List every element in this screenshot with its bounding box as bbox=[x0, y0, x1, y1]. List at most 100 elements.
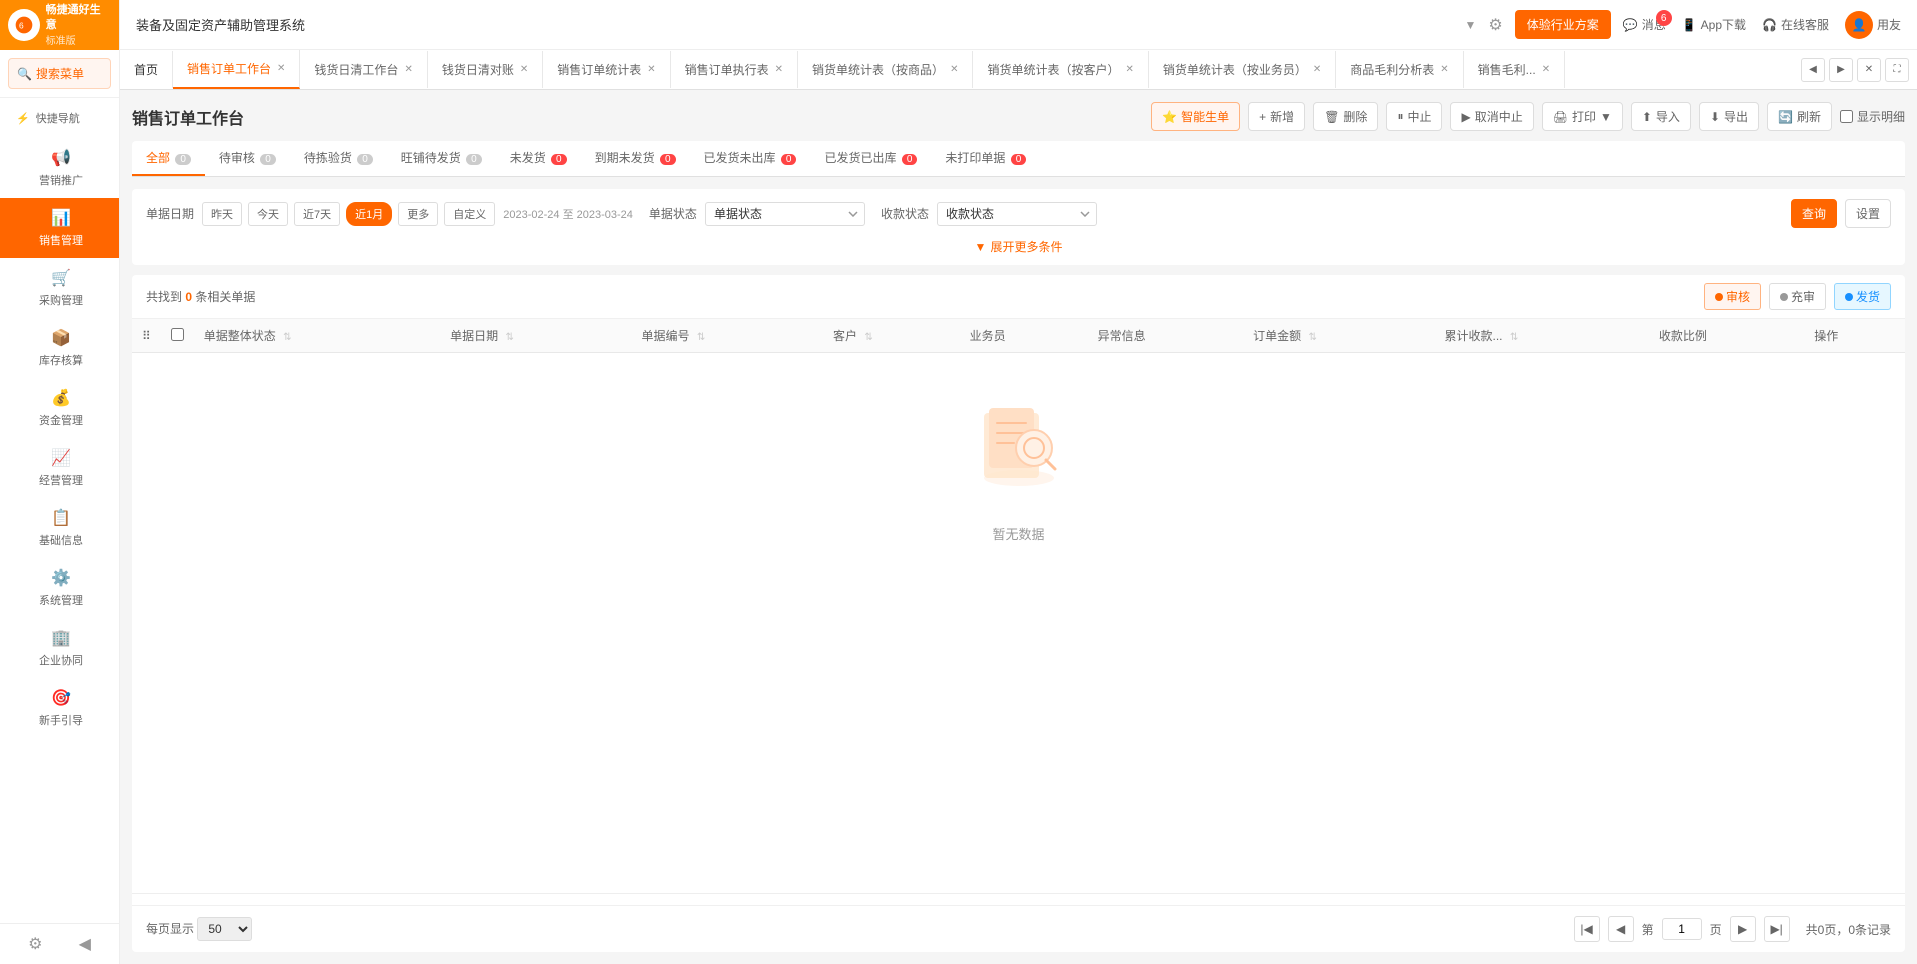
tab-sales-exec[interactable]: 销售订单执行表 ✕ bbox=[671, 51, 798, 88]
print-icon: 🖨 bbox=[1553, 110, 1568, 124]
app-download-label: App下载 bbox=[1701, 16, 1746, 33]
sidebar-item-guide-label: 新手引导 bbox=[39, 712, 83, 728]
next-page-button[interactable]: ▶ bbox=[1730, 916, 1756, 942]
tab-sales-exec-close[interactable]: ✕ bbox=[775, 64, 783, 75]
sidebar-item-sales[interactable]: 📊 销售管理 bbox=[0, 198, 119, 258]
inner-tab-wangpu[interactable]: 旺铺待发货 0 bbox=[387, 141, 496, 176]
sidebar-settings-button[interactable]: ⚙ bbox=[28, 934, 42, 954]
online-support-button[interactable]: 🎧 在线客服 bbox=[1762, 16, 1829, 33]
tab-sales-stats-staff[interactable]: 销货单统计表（按业务员） ✕ bbox=[1149, 51, 1336, 88]
delete-button[interactable]: 🗑 删除 bbox=[1313, 102, 1378, 131]
sidebar-item-guide[interactable]: 🎯 新手引导 bbox=[0, 678, 119, 738]
inner-tabs: 全部 0 待审核 0 待拣验货 0 旺铺待发货 0 未发货 0 到期未发货 0 bbox=[132, 141, 1905, 177]
tab-sales-more-close[interactable]: ✕ bbox=[1542, 64, 1550, 75]
sidebar-item-enterprise[interactable]: 🏢 企业协同 bbox=[0, 618, 119, 678]
sidebar-item-business[interactable]: 📈 经营管理 bbox=[0, 438, 119, 498]
topbar-settings-icon[interactable]: ⚙ bbox=[1488, 15, 1502, 35]
suspend-button[interactable]: ⏸ 中止 bbox=[1386, 102, 1442, 131]
tab-home[interactable]: 首页 bbox=[120, 51, 173, 88]
sidebar-item-purchase[interactable]: 🛒 采购管理 bbox=[0, 258, 119, 318]
query-button[interactable]: 查询 bbox=[1791, 199, 1837, 228]
sidebar-item-finance[interactable]: 💰 资金管理 bbox=[0, 378, 119, 438]
tab-sales-stats-close[interactable]: ✕ bbox=[647, 64, 655, 75]
filter-settings-button[interactable]: 设置 bbox=[1845, 199, 1891, 228]
inner-tab-not-printed[interactable]: 未打印单据 0 bbox=[931, 141, 1040, 176]
th-date-sort[interactable]: ⇅ bbox=[505, 332, 513, 343]
tab-cash-daily[interactable]: 钱货日清工作台 ✕ bbox=[300, 51, 427, 88]
tab-product-margin-close[interactable]: ✕ bbox=[1440, 64, 1448, 75]
sidebar-collapse-button[interactable]: ◀ bbox=[79, 934, 91, 954]
tab-fullscreen-button[interactable]: ⛶ bbox=[1885, 58, 1909, 82]
cancel-review-button[interactable]: 充审 bbox=[1769, 283, 1826, 310]
inner-tab-shipped-out[interactable]: 已发货已出库 0 bbox=[810, 141, 931, 176]
refresh-button[interactable]: 🔄 刷新 bbox=[1767, 102, 1832, 131]
system-dropdown-icon[interactable]: ▼ bbox=[1464, 18, 1476, 32]
user-menu-button[interactable]: 👤 用友 bbox=[1845, 11, 1901, 39]
print-button[interactable]: 🖨 打印 ▼ bbox=[1542, 102, 1623, 131]
ship-button[interactable]: 发货 bbox=[1834, 283, 1891, 310]
message-button[interactable]: 💬 消息 6 bbox=[1623, 16, 1666, 33]
tab-sales-stats-product[interactable]: 销货单统计表（按商品） ✕ bbox=[798, 51, 973, 88]
inner-tab-pending-inspect[interactable]: 待拣验货 0 bbox=[290, 141, 387, 176]
sidebar-item-basic[interactable]: 📋 基础信息 bbox=[0, 498, 119, 558]
tab-sales-more[interactable]: 销售毛利... ✕ bbox=[1464, 51, 1565, 88]
tab-sales-workbench-close[interactable]: ✕ bbox=[277, 63, 285, 74]
filter-date-yesterday[interactable]: 昨天 bbox=[202, 202, 242, 226]
add-button[interactable]: + 新增 bbox=[1248, 102, 1305, 131]
smart-create-button[interactable]: ⭐ 智能生单 bbox=[1151, 102, 1240, 131]
tab-stats-staff-close[interactable]: ✕ bbox=[1313, 64, 1321, 75]
select-all-checkbox[interactable] bbox=[171, 328, 184, 341]
app-download-button[interactable]: 📱 App下载 bbox=[1682, 16, 1746, 33]
inner-tab-not-shipped[interactable]: 未发货 0 bbox=[496, 141, 581, 176]
show-detail-toggle[interactable]: 显示明细 bbox=[1840, 108, 1905, 125]
quick-nav-item[interactable]: ⚡ 快捷导航 bbox=[8, 104, 111, 132]
tab-cash-reconcile-close[interactable]: ✕ bbox=[520, 64, 528, 75]
expand-filter-button[interactable]: ▼ 展开更多条件 bbox=[975, 238, 1063, 255]
tab-prev-button[interactable]: ◀ bbox=[1801, 58, 1825, 82]
filter-date-1month[interactable]: 近1月 bbox=[346, 202, 392, 226]
filter-date-today[interactable]: 今天 bbox=[248, 202, 288, 226]
industry-solution-button[interactable]: 体验行业方案 bbox=[1515, 10, 1611, 39]
import-button[interactable]: ⬆ 导入 bbox=[1631, 102, 1691, 131]
tab-stats-product-close[interactable]: ✕ bbox=[950, 64, 958, 75]
tab-next-button[interactable]: ▶ bbox=[1829, 58, 1853, 82]
th-customer-sort[interactable]: ⇅ bbox=[864, 332, 872, 343]
tab-stats-customer-close[interactable]: ✕ bbox=[1125, 64, 1133, 75]
inner-tab-overdue-not-shipped[interactable]: 到期未发货 0 bbox=[581, 141, 690, 176]
inner-tab-all[interactable]: 全部 0 bbox=[132, 141, 205, 176]
tab-close-all-button[interactable]: ✕ bbox=[1857, 58, 1881, 82]
first-page-button[interactable]: |◀ bbox=[1574, 916, 1600, 942]
th-checkbox[interactable] bbox=[161, 319, 194, 353]
tab-product-margin[interactable]: 商品毛利分析表 ✕ bbox=[1336, 51, 1463, 88]
review-button[interactable]: 审核 bbox=[1704, 283, 1761, 310]
filter-payment-select[interactable]: 收款状态 bbox=[937, 202, 1097, 226]
tab-cash-daily-close[interactable]: ✕ bbox=[404, 64, 412, 75]
last-page-button[interactable]: ▶| bbox=[1764, 916, 1790, 942]
inner-tab-shipped-not-out[interactable]: 已发货未出库 0 bbox=[690, 141, 811, 176]
th-number-sort[interactable]: ⇅ bbox=[697, 332, 705, 343]
export-button[interactable]: ⬇ 导出 bbox=[1699, 102, 1759, 131]
cancel-suspend-button[interactable]: ▶ 取消中止 bbox=[1450, 102, 1533, 131]
filter-date-7days[interactable]: 近7天 bbox=[294, 202, 340, 226]
page-label: 第 bbox=[1642, 921, 1654, 938]
th-status-sort[interactable]: ⇅ bbox=[283, 332, 291, 343]
tab-sales-stats-customer[interactable]: 销货单统计表（按客户） ✕ bbox=[973, 51, 1148, 88]
horizontal-scrollbar[interactable] bbox=[132, 893, 1905, 905]
sidebar-item-inventory[interactable]: 📦 库存核算 bbox=[0, 318, 119, 378]
search-menu-button[interactable]: 🔍 搜索菜单 bbox=[8, 58, 111, 89]
tab-sales-workbench[interactable]: 销售订单工作台 ✕ bbox=[173, 50, 300, 89]
current-page-input[interactable] bbox=[1662, 918, 1702, 940]
show-detail-checkbox[interactable] bbox=[1840, 110, 1853, 123]
sidebar-item-system[interactable]: ⚙️ 系统管理 bbox=[0, 558, 119, 618]
inner-tab-pending-review[interactable]: 待审核 0 bbox=[205, 141, 290, 176]
filter-status-select[interactable]: 单据状态 bbox=[705, 202, 865, 226]
sidebar-item-marketing[interactable]: 📢 营销推广 bbox=[0, 138, 119, 198]
th-amount-sort[interactable]: ⇅ bbox=[1308, 332, 1316, 343]
page-size-select[interactable]: 10 20 50 100 bbox=[197, 917, 252, 941]
filter-date-custom[interactable]: 自定义 bbox=[444, 202, 495, 226]
tab-cash-reconcile[interactable]: 钱货日清对账 ✕ bbox=[428, 51, 543, 88]
th-collected-sort[interactable]: ⇅ bbox=[1510, 332, 1518, 343]
filter-date-more[interactable]: 更多 bbox=[398, 202, 438, 226]
prev-page-button[interactable]: ◀ bbox=[1608, 916, 1634, 942]
tab-sales-stats[interactable]: 销售订单统计表 ✕ bbox=[543, 51, 670, 88]
